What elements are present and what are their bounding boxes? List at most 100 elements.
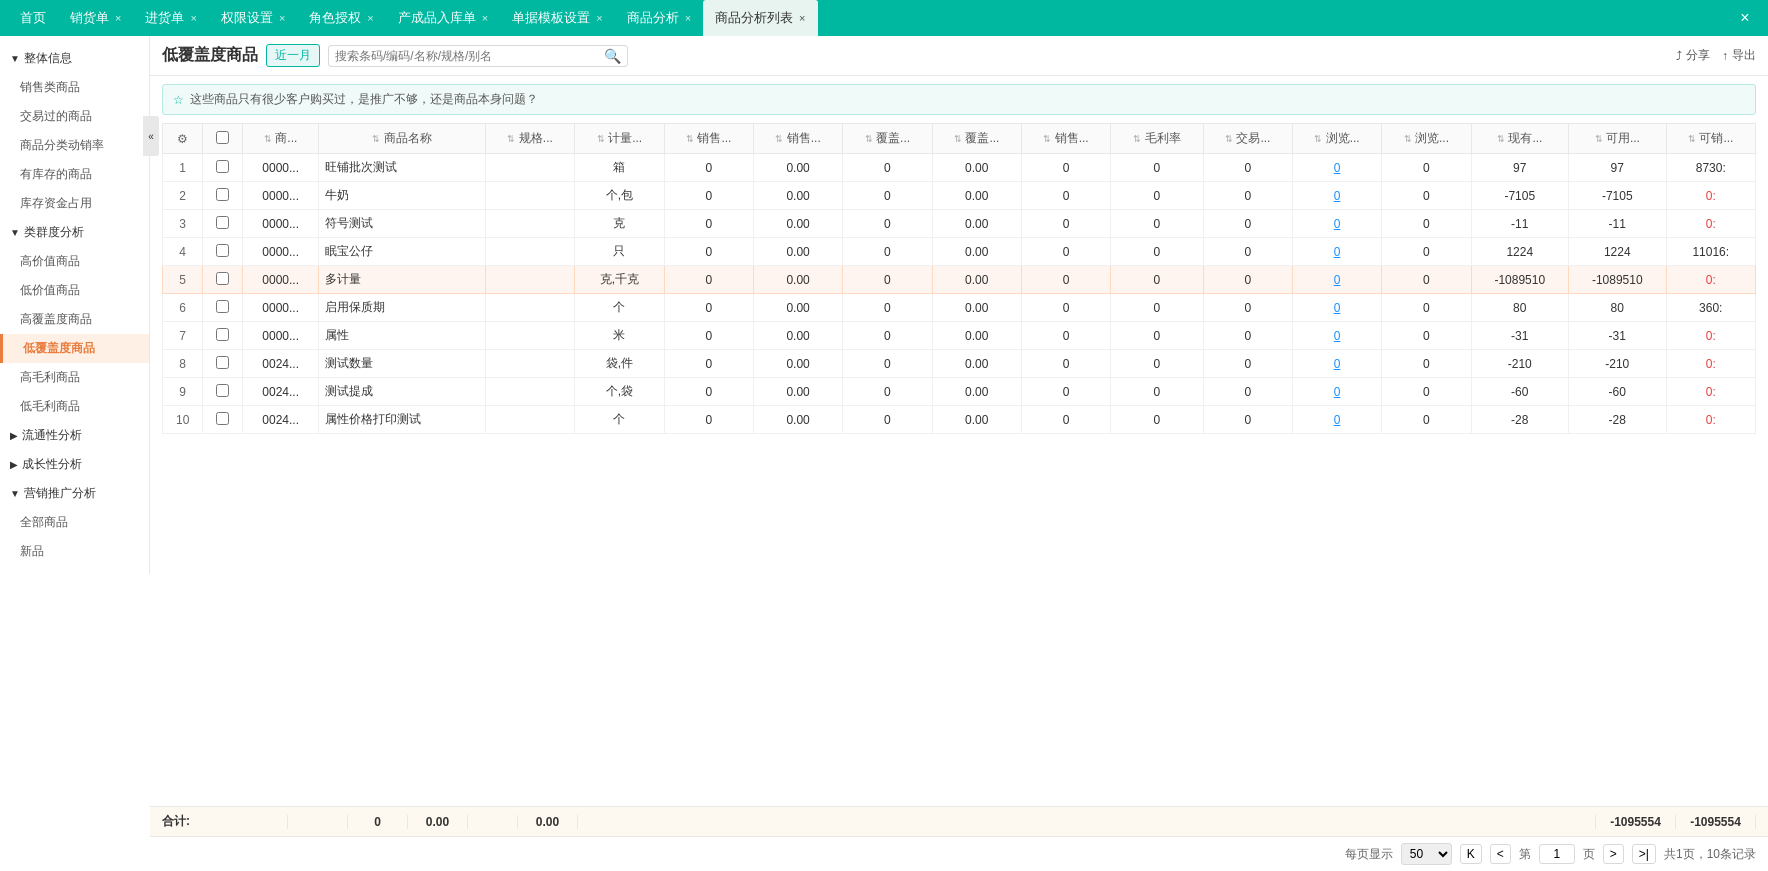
browse1-link[interactable]: 0 [1334, 301, 1341, 315]
col-gross-rate[interactable]: ⇅ 毛利率 [1111, 124, 1203, 154]
sidebar-item-traded-products[interactable]: 交易过的商品 [0, 102, 149, 131]
sidebar-item-low-margin[interactable]: 低毛利商品 [0, 392, 149, 421]
browse1-link[interactable]: 0 [1334, 385, 1341, 399]
close-icon[interactable]: × [279, 12, 285, 24]
col-sales2[interactable]: ⇅ 销售... [753, 124, 842, 154]
sidebar-item-high-value[interactable]: 高价值商品 [0, 247, 149, 276]
sidebar-item-low-coverage[interactable]: 低覆盖度商品 [0, 334, 149, 363]
row-browse1[interactable]: 0 [1292, 182, 1381, 210]
close-icon[interactable]: × [190, 12, 196, 24]
page-size-select[interactable]: 50 20 100 200 [1401, 843, 1452, 865]
window-close-button[interactable]: × [1730, 3, 1760, 33]
col-coverage2[interactable]: ⇅ 覆盖... [932, 124, 1021, 154]
row-check[interactable] [203, 406, 243, 434]
col-settings[interactable]: ⚙ [163, 124, 203, 154]
row-browse1[interactable]: 0 [1292, 350, 1381, 378]
nav-role[interactable]: 角色授权 × [297, 0, 385, 36]
close-icon[interactable]: × [367, 12, 373, 24]
row-browse1[interactable]: 0 [1292, 378, 1381, 406]
browse1-link[interactable]: 0 [1334, 217, 1341, 231]
sidebar-item-high-margin[interactable]: 高毛利商品 [0, 363, 149, 392]
row-check[interactable] [203, 238, 243, 266]
row-check[interactable] [203, 350, 243, 378]
sidebar-section-marketing[interactable]: ▼ 营销推广分析 [0, 479, 149, 508]
row-checkbox[interactable] [216, 384, 229, 397]
browse1-link[interactable]: 0 [1334, 273, 1341, 287]
export-button[interactable]: ↑ 导出 [1722, 47, 1756, 64]
browse1-link[interactable]: 0 [1334, 357, 1341, 371]
col-check[interactable] [203, 124, 243, 154]
close-icon[interactable]: × [115, 12, 121, 24]
row-checkbox[interactable] [216, 160, 229, 173]
row-checkbox[interactable] [216, 188, 229, 201]
browse1-link[interactable]: 0 [1334, 413, 1341, 427]
period-button[interactable]: 近一月 [266, 44, 320, 67]
sidebar-section-growth[interactable]: ▶ 成长性分析 [0, 450, 149, 479]
page-number-input[interactable]: 1 [1539, 844, 1575, 864]
row-browse1[interactable]: 0 [1292, 266, 1381, 294]
row-checkbox[interactable] [216, 412, 229, 425]
close-icon[interactable]: × [596, 12, 602, 24]
row-checkbox[interactable] [216, 244, 229, 257]
row-check[interactable] [203, 378, 243, 406]
sidebar-item-all-products[interactable]: 全部商品 [0, 508, 149, 537]
sidebar-section-overall[interactable]: ▼ 整体信息 [0, 44, 149, 73]
search-input[interactable] [335, 49, 604, 63]
first-page-button[interactable]: K [1460, 844, 1482, 864]
row-browse1[interactable]: 0 [1292, 406, 1381, 434]
nav-purchase[interactable]: 进货单 × [133, 0, 208, 36]
col-sales3[interactable]: ⇅ 销售... [1021, 124, 1110, 154]
browse1-link[interactable]: 0 [1334, 161, 1341, 175]
row-check[interactable] [203, 322, 243, 350]
last-page-button[interactable]: >| [1632, 844, 1656, 864]
col-spec[interactable]: ⇅ 规格... [486, 124, 575, 154]
col-current[interactable]: ⇅ 现有... [1471, 124, 1569, 154]
sidebar-collapse-button[interactable]: « [143, 116, 159, 156]
col-name[interactable]: ⇅ 商品名称 [319, 124, 486, 154]
settings-icon[interactable]: ⚙ [177, 132, 188, 146]
select-all-checkbox[interactable] [216, 131, 229, 144]
sidebar-section-cluster[interactable]: ▼ 类群度分析 [0, 218, 149, 247]
row-checkbox[interactable] [216, 328, 229, 341]
browse1-link[interactable]: 0 [1334, 245, 1341, 259]
col-browse2[interactable]: ⇅ 浏览... [1382, 124, 1471, 154]
col-unit[interactable]: ⇅ 计量... [575, 124, 664, 154]
row-browse1[interactable]: 0 [1292, 294, 1381, 322]
sidebar-item-sales-products[interactable]: 销售类商品 [0, 73, 149, 102]
row-check[interactable] [203, 210, 243, 238]
row-browse1[interactable]: 0 [1292, 238, 1381, 266]
row-browse1[interactable]: 0 [1292, 154, 1381, 182]
sidebar-item-category-rate[interactable]: 商品分类动销率 [0, 131, 149, 160]
sidebar-item-stock-capital[interactable]: 库存资金占用 [0, 189, 149, 218]
sidebar-item-in-stock[interactable]: 有库存的商品 [0, 160, 149, 189]
row-check[interactable] [203, 182, 243, 210]
sidebar-item-high-coverage[interactable]: 高覆盖度商品 [0, 305, 149, 334]
row-browse1[interactable]: 0 [1292, 322, 1381, 350]
col-code[interactable]: ⇅ 商... [243, 124, 319, 154]
nav-product-analysis[interactable]: 商品分析 × [615, 0, 703, 36]
col-trade[interactable]: ⇅ 交易... [1203, 124, 1292, 154]
browse1-link[interactable]: 0 [1334, 329, 1341, 343]
next-page-button[interactable]: > [1603, 844, 1624, 864]
nav-warehouse[interactable]: 产成品入库单 × [386, 0, 500, 36]
row-checkbox[interactable] [216, 356, 229, 369]
share-button[interactable]: ⤴ 分享 [1676, 47, 1710, 64]
sidebar-section-circulation[interactable]: ▶ 流通性分析 [0, 421, 149, 450]
row-checkbox[interactable] [216, 272, 229, 285]
col-browse1[interactable]: ⇅ 浏览... [1292, 124, 1381, 154]
close-icon[interactable]: × [482, 12, 488, 24]
row-checkbox[interactable] [216, 300, 229, 313]
row-check[interactable] [203, 154, 243, 182]
close-icon[interactable]: × [799, 12, 805, 24]
nav-permission[interactable]: 权限设置 × [209, 0, 297, 36]
row-browse1[interactable]: 0 [1292, 210, 1381, 238]
nav-home[interactable]: 首页 [8, 0, 58, 36]
close-icon[interactable]: × [685, 12, 691, 24]
sidebar-item-low-value[interactable]: 低价值商品 [0, 276, 149, 305]
nav-template[interactable]: 单据模板设置 × [500, 0, 614, 36]
col-available[interactable]: ⇅ 可用... [1569, 124, 1667, 154]
prev-page-button[interactable]: < [1490, 844, 1511, 864]
col-coverage1[interactable]: ⇅ 覆盖... [843, 124, 932, 154]
nav-product-analysis-list[interactable]: 商品分析列表 × [703, 0, 817, 36]
col-sales1[interactable]: ⇅ 销售... [664, 124, 753, 154]
